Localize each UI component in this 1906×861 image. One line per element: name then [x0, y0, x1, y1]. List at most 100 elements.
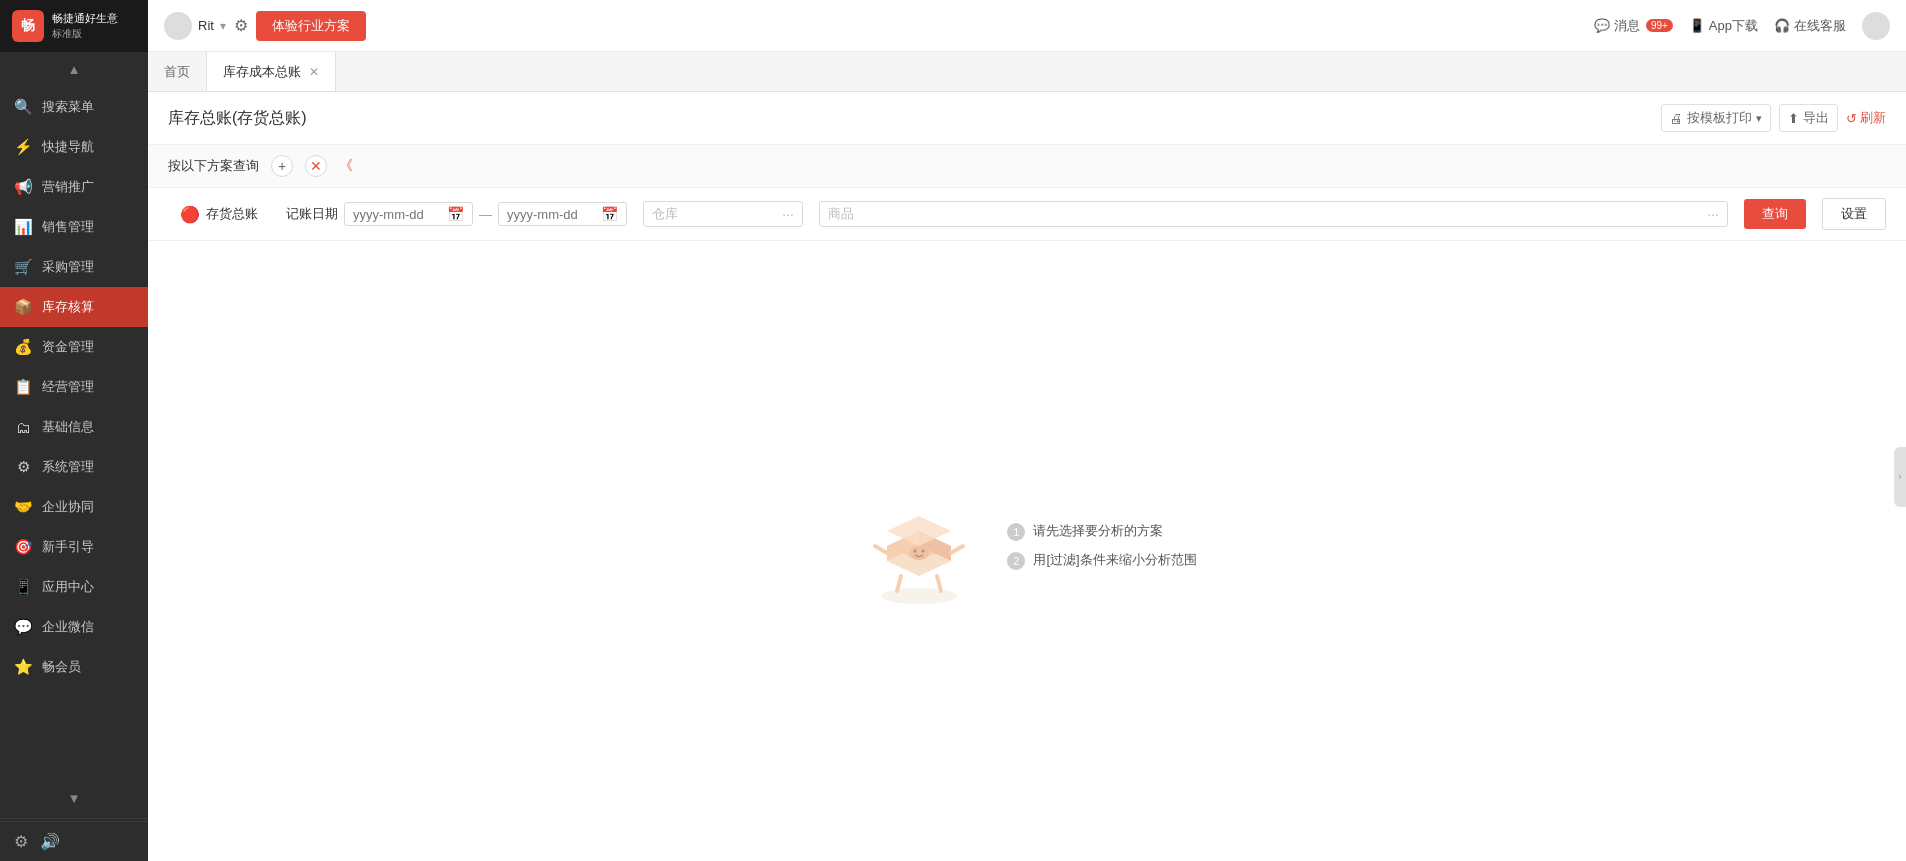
sidebar-item-enterprise[interactable]: 🤝 企业协同 — [0, 487, 148, 527]
date-start-wrap: 📅 — [344, 202, 473, 226]
page-header-actions: 🖨 按模板打印 ▾ ⬆ 导出 ↺ 刷新 — [1661, 104, 1886, 132]
sidebar-item-marketing[interactable]: 📢 营销推广 — [0, 167, 148, 207]
sidebar-item-basic-info[interactable]: 🗂 基础信息 — [0, 407, 148, 447]
date-range-label: 记账日期 — [286, 205, 338, 223]
sidebar-item-guide[interactable]: 🎯 新手引导 — [0, 527, 148, 567]
refresh-btn[interactable]: ↺ 刷新 — [1846, 109, 1886, 127]
guide-icon: 🎯 — [14, 538, 32, 556]
print-template-btn[interactable]: 🖨 按模板打印 ▾ — [1661, 104, 1771, 132]
export-icon: ⬆ — [1788, 111, 1799, 126]
app-logo-icon: 畅 — [12, 10, 44, 42]
product-select[interactable]: 商品 ··· — [819, 201, 1728, 227]
warehouse-select[interactable]: 仓库 ··· — [643, 201, 803, 227]
sidebar-item-quick-nav[interactable]: ⚡ 快捷导航 — [0, 127, 148, 167]
enterprise-icon: 🤝 — [14, 498, 32, 516]
sidebar-item-wechat[interactable]: 💬 企业微信 — [0, 607, 148, 647]
refresh-icon: ↺ — [1846, 111, 1857, 126]
export-btn[interactable]: ⬆ 导出 — [1779, 104, 1838, 132]
right-panel-toggle[interactable]: › — [1894, 447, 1906, 507]
message-icon: 💬 — [1594, 18, 1610, 33]
trial-btn[interactable]: 体验行业方案 — [256, 11, 366, 41]
calendar-start-icon[interactable]: 📅 — [447, 206, 464, 222]
purchase-icon: 🛒 — [14, 258, 32, 276]
tab-close-icon[interactable]: ✕ — [309, 65, 319, 79]
settings-bottom-icon[interactable]: ⚙ — [14, 832, 28, 851]
speaker-bottom-icon[interactable]: 🔊 — [40, 832, 60, 851]
warehouse-more-icon: ··· — [782, 206, 794, 222]
sidebar-item-app-center[interactable]: 📱 应用中心 — [0, 567, 148, 607]
printer-icon: 🖨 — [1670, 111, 1683, 126]
main-area: Rit ▾ ⚙ 体验行业方案 💬 消息 99+ 📱 App下载 🎧 在线客服 — [148, 0, 1906, 861]
topbar-avatar — [164, 12, 192, 40]
svg-point-6 — [909, 546, 929, 560]
filter-collapse-btn[interactable]: 《 — [339, 157, 353, 175]
sidebar-item-finance[interactable]: 💰 资金管理 — [0, 327, 148, 367]
sidebar-item-inventory[interactable]: 📦 库存核算 — [0, 287, 148, 327]
tab-inventory-cost[interactable]: 库存成本总账 ✕ — [207, 52, 336, 91]
sidebar-item-system[interactable]: ⚙ 系统管理 — [0, 447, 148, 487]
print-chevron-icon: ▾ — [1756, 112, 1762, 125]
scheme-icon: 🔴 — [180, 205, 200, 224]
svg-point-8 — [922, 550, 925, 553]
wechat-icon: 💬 — [14, 618, 32, 636]
empty-text: 1 请先选择要分析的方案 2 用[过滤]条件来缩小分析范围 — [1007, 522, 1196, 580]
empty-state: 1 请先选择要分析的方案 2 用[过滤]条件来缩小分析范围 — [148, 241, 1906, 861]
sidebar-scroll-down[interactable]: ▼ — [0, 785, 148, 812]
system-icon: ⚙ — [14, 458, 32, 476]
scheme-item[interactable]: 🔴 存货总账 — [168, 199, 270, 230]
app-logo-text: 畅捷通好生意 标准版 — [52, 11, 118, 40]
app-download-item[interactable]: 📱 App下载 — [1689, 17, 1758, 35]
inventory-icon: 📦 — [14, 298, 32, 316]
sales-icon: 📊 — [14, 218, 32, 236]
page-header: 库存总账(存货总账) 🖨 按模板打印 ▾ ⬆ 导出 ↺ 刷新 — [148, 92, 1906, 145]
marketing-icon: 📢 — [14, 178, 32, 196]
topbar-left: Rit ▾ ⚙ 体验行业方案 — [164, 11, 1584, 41]
settings-btn[interactable]: 设置 — [1822, 198, 1886, 230]
sidebar-item-member[interactable]: ⭐ 畅会员 — [0, 647, 148, 687]
member-icon: ⭐ — [14, 658, 32, 676]
topbar-chevron-icon[interactable]: ▾ — [220, 19, 226, 33]
filter-label: 按以下方案查询 — [168, 157, 259, 175]
empty-step-2: 2 用[过滤]条件来缩小分析范围 — [1007, 551, 1196, 570]
date-end-input[interactable] — [507, 207, 597, 222]
filter-add-btn[interactable]: + — [271, 155, 293, 177]
basic-info-icon: 🗂 — [14, 419, 32, 436]
headset-icon: 🎧 — [1774, 18, 1790, 33]
sidebar-menu: 🔍 搜索菜单 ⚡ 快捷导航 📢 营销推广 📊 销售管理 🛒 采购管理 📦 库存核… — [0, 87, 148, 781]
sidebar-item-purchase[interactable]: 🛒 采购管理 — [0, 247, 148, 287]
svg-line-10 — [951, 546, 963, 553]
date-range: 记账日期 📅 — 📅 — [286, 202, 627, 226]
topbar-user-avatar[interactable] — [1862, 12, 1890, 40]
online-support-item[interactable]: 🎧 在线客服 — [1774, 17, 1846, 35]
quick-nav-icon: ⚡ — [14, 138, 32, 156]
app-center-icon: 📱 — [14, 578, 32, 596]
tab-home[interactable]: 首页 — [148, 52, 207, 91]
calendar-end-icon[interactable]: 📅 — [601, 206, 618, 222]
user-name-area: Rit ▾ — [164, 12, 226, 40]
query-btn[interactable]: 查询 — [1744, 199, 1806, 229]
filter-area: 按以下方案查询 + ✕ 《 — [148, 145, 1906, 188]
message-item[interactable]: 💬 消息 99+ — [1594, 17, 1673, 35]
date-end-wrap: 📅 — [498, 202, 627, 226]
date-separator: — — [479, 207, 492, 222]
empty-step-1: 1 请先选择要分析的方案 — [1007, 522, 1196, 541]
date-start-input[interactable] — [353, 207, 443, 222]
svg-line-12 — [937, 576, 941, 591]
step-2-num: 2 — [1007, 552, 1025, 570]
sidebar-item-search[interactable]: 🔍 搜索菜单 — [0, 87, 148, 127]
app-download-icon: 📱 — [1689, 18, 1705, 33]
svg-line-9 — [875, 546, 887, 553]
sidebar-item-operation[interactable]: 📋 经营管理 — [0, 367, 148, 407]
sidebar-item-sales[interactable]: 📊 销售管理 — [0, 207, 148, 247]
scheme-label: 存货总账 — [206, 205, 258, 223]
operation-icon: 📋 — [14, 378, 32, 396]
topbar-right: 💬 消息 99+ 📱 App下载 🎧 在线客服 — [1594, 12, 1890, 40]
svg-marker-5 — [887, 516, 951, 546]
topbar-gear-icon[interactable]: ⚙ — [234, 16, 248, 35]
topbar-username: Rit — [198, 18, 214, 33]
finance-icon: 💰 — [14, 338, 32, 356]
sidebar-divider — [0, 818, 148, 819]
filter-remove-btn[interactable]: ✕ — [305, 155, 327, 177]
sidebar: 畅 畅捷通好生意 标准版 ▲ 🔍 搜索菜单 ⚡ 快捷导航 📢 营销推广 📊 销售… — [0, 0, 148, 861]
sidebar-scroll-up[interactable]: ▲ — [0, 56, 148, 83]
